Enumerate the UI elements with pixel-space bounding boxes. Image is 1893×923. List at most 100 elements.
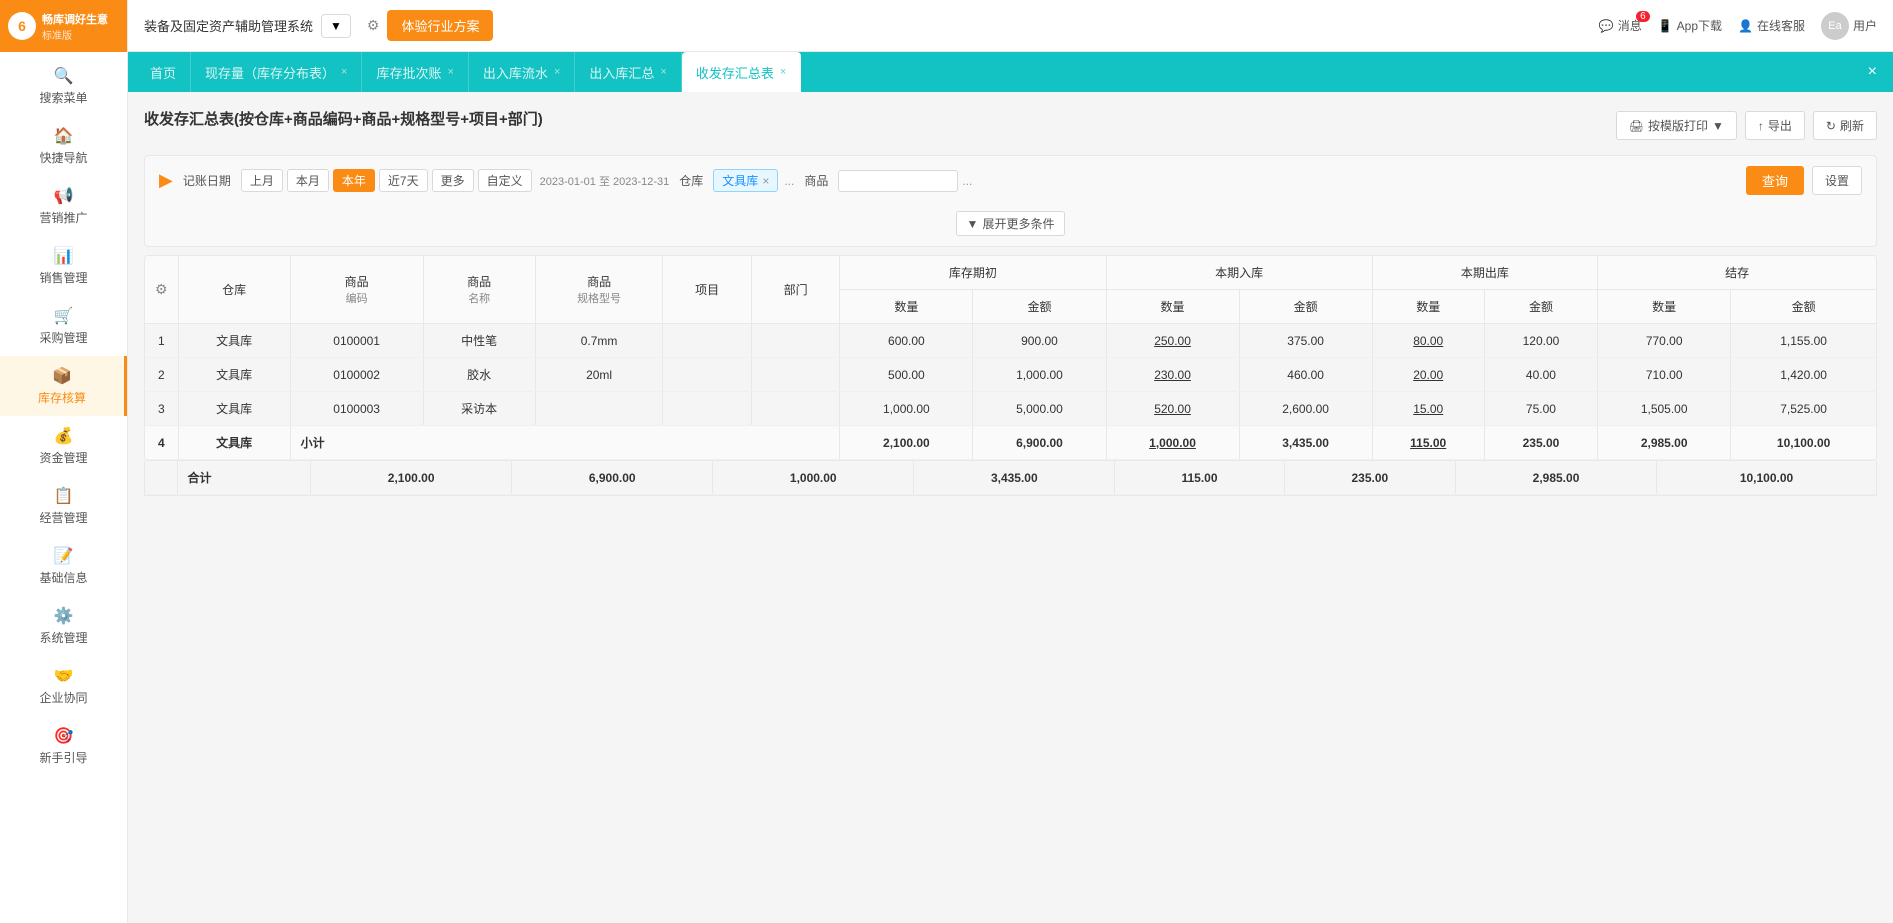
tab-close-icon[interactable]: × — [447, 66, 453, 78]
online-service-action[interactable]: 👤 在线客服 — [1738, 17, 1805, 34]
refresh-button[interactable]: ↻ 刷新 — [1813, 111, 1877, 140]
messages-action[interactable]: 💬 消息 6 — [1599, 17, 1642, 34]
filter-expand-arrow[interactable]: ▶ — [159, 170, 173, 191]
tab-receive-summary[interactable]: 收发存汇总表 × — [682, 52, 801, 92]
sidebar-item-finance[interactable]: 💰 资金管理 — [0, 416, 127, 476]
tab-label: 首页 — [150, 63, 176, 82]
marketing-icon: 📢 — [54, 186, 74, 206]
top-header: 装备及固定资产辅助管理系统 ▼ ⚙ 体验行业方案 💬 消息 6 📱 App下载 … — [128, 0, 1893, 52]
print-button[interactable]: 🖨 按模版打印 ▼ — [1616, 111, 1737, 140]
total-open-amt: 6,900.00 — [512, 461, 713, 495]
row-out-qty[interactable]: 80.00 — [1372, 324, 1484, 358]
header-left: 装备及固定资产辅助管理系统 ▼ ⚙ 体验行业方案 — [144, 10, 493, 41]
row-open-amt: 900.00 — [973, 324, 1106, 358]
col-bal-amt-header: 金额 — [1731, 290, 1876, 324]
expand-conditions-button[interactable]: ▼ 展开更多条件 — [956, 211, 1066, 236]
tab-home[interactable]: 首页 — [136, 52, 191, 92]
row-open-qty: 1,000.00 — [840, 392, 973, 426]
row-out-qty[interactable]: 15.00 — [1372, 392, 1484, 426]
sidebar-item-quick-nav[interactable]: 🏠 快捷导航 — [0, 116, 127, 176]
row-warehouse: 文具库 — [178, 324, 290, 358]
tab-inout-summary[interactable]: 出入库汇总 × — [575, 52, 681, 92]
warehouse-more-btn[interactable]: ... — [784, 174, 794, 188]
product-filter-input[interactable] — [838, 170, 958, 192]
product-more-btn[interactable]: ... — [962, 174, 972, 188]
settings-button[interactable]: 设置 — [1812, 166, 1862, 195]
row-out-amt: 75.00 — [1484, 392, 1597, 426]
avatar: Ea — [1821, 12, 1849, 40]
row-in-qty[interactable]: 230.00 — [1106, 358, 1239, 392]
sidebar-item-operations[interactable]: 📋 经营管理 — [0, 476, 127, 536]
settings-gear-icon[interactable]: ⚙ — [367, 17, 380, 33]
row-in-qty[interactable]: 250.00 — [1106, 324, 1239, 358]
query-button[interactable]: 查询 — [1746, 166, 1804, 195]
date-btn-custom[interactable]: 自定义 — [478, 169, 532, 192]
sidebar-item-sales[interactable]: 📊 销售管理 — [0, 236, 127, 296]
sidebar-item-guide[interactable]: 🎯 新手引导 — [0, 716, 127, 776]
row-out-qty[interactable]: 20.00 — [1372, 358, 1484, 392]
online-service-label: 在线客服 — [1757, 17, 1805, 34]
row-name: 采访本 — [423, 392, 535, 426]
col-opening-header: 库存期初 — [840, 256, 1106, 290]
operations-icon: 📋 — [54, 486, 74, 506]
guide-icon: 🎯 — [54, 726, 74, 746]
sidebar-item-system[interactable]: ⚙️ 系统管理 — [0, 596, 127, 656]
sidebar-item-base-info[interactable]: 📝 基础信息 — [0, 536, 127, 596]
col-bal-qty-header: 数量 — [1598, 290, 1731, 324]
date-btn-this-year[interactable]: 本年 — [333, 169, 375, 192]
sidebar-item-purchase[interactable]: 🛒 采购管理 — [0, 296, 127, 356]
tabbar-close-button[interactable]: × — [1860, 63, 1885, 81]
sidebar-item-label: 基础信息 — [39, 569, 87, 586]
sidebar-item-enterprise[interactable]: 🤝 企业协同 — [0, 656, 127, 716]
subtotal-bal-amt: 10,100.00 — [1731, 426, 1876, 460]
app-download-action[interactable]: 📱 App下载 — [1658, 17, 1722, 34]
total-in-amt: 3,435.00 — [914, 461, 1115, 495]
col-outbound-header: 本期出库 — [1372, 256, 1597, 290]
date-btn-more[interactable]: 更多 — [432, 169, 474, 192]
tab-bar: 首页 现存量（库存分布表） × 库存批次账 × 出入库流水 × 出入库汇总 × … — [128, 52, 1893, 92]
sidebar-item-label: 资金管理 — [39, 449, 87, 466]
sidebar-item-inventory[interactable]: 📦 库存核算 — [0, 356, 127, 416]
tab-close-icon[interactable]: × — [341, 66, 347, 78]
row-no: 1 — [145, 324, 178, 358]
tab-close-icon[interactable]: × — [554, 66, 560, 78]
col-open-qty-header: 数量 — [840, 290, 973, 324]
row-code: 0100002 — [290, 358, 423, 392]
warehouse-tag[interactable]: 文具库 × — [713, 169, 778, 192]
sidebar-item-search[interactable]: 🔍 搜索菜单 — [0, 56, 127, 116]
row-out-amt: 40.00 — [1484, 358, 1597, 392]
column-settings-icon[interactable]: ⚙ — [155, 281, 168, 297]
sidebar-item-label: 搜索菜单 — [39, 89, 87, 106]
tab-inout-flow[interactable]: 出入库流水 × — [469, 52, 575, 92]
warehouse-tag-close[interactable]: × — [762, 174, 769, 188]
date-btn-this-month[interactable]: 本月 — [287, 169, 329, 192]
col-dept-header: 部门 — [751, 256, 839, 324]
tab-label: 库存批次账 — [376, 63, 441, 82]
row-project — [663, 358, 751, 392]
subtotal-out-qty[interactable]: 115.00 — [1372, 426, 1484, 460]
system-dropdown[interactable]: ▼ — [321, 14, 351, 38]
trial-button[interactable]: 体验行业方案 — [387, 10, 493, 41]
date-btn-last-month[interactable]: 上月 — [241, 169, 283, 192]
tab-close-icon[interactable]: × — [660, 66, 666, 78]
col-out-qty-header: 数量 — [1372, 290, 1484, 324]
tab-inventory-dist[interactable]: 现存量（库存分布表） × — [191, 52, 362, 92]
tab-close-icon[interactable]: × — [780, 66, 786, 78]
sidebar-item-label: 库存核算 — [38, 389, 86, 406]
total-bal-amt: 10,100.00 — [1657, 461, 1876, 495]
sidebar-item-label: 经营管理 — [39, 509, 87, 526]
product-filter-label: 商品 — [804, 172, 828, 189]
tab-batch-ledger[interactable]: 库存批次账 × — [362, 52, 468, 92]
total-bal-qty: 2,985.00 — [1456, 461, 1657, 495]
tab-label: 出入库流水 — [483, 63, 548, 82]
sidebar-item-marketing[interactable]: 📢 营销推广 — [0, 176, 127, 236]
export-button[interactable]: ↑ 导出 — [1745, 111, 1805, 140]
user-label: 用户 — [1853, 17, 1877, 34]
user-action[interactable]: Ea 用户 — [1821, 12, 1877, 40]
subtotal-in-qty[interactable]: 1,000.00 — [1106, 426, 1239, 460]
filter-row: ▶ 记账日期 上月 本月 本年 近7天 更多 自定义 2023-01-01 至 … — [159, 166, 1862, 195]
row-in-qty[interactable]: 520.00 — [1106, 392, 1239, 426]
date-btn-7days[interactable]: 近7天 — [379, 169, 428, 192]
subtotal-bal-qty: 2,985.00 — [1598, 426, 1731, 460]
refresh-label: 刷新 — [1840, 117, 1864, 134]
